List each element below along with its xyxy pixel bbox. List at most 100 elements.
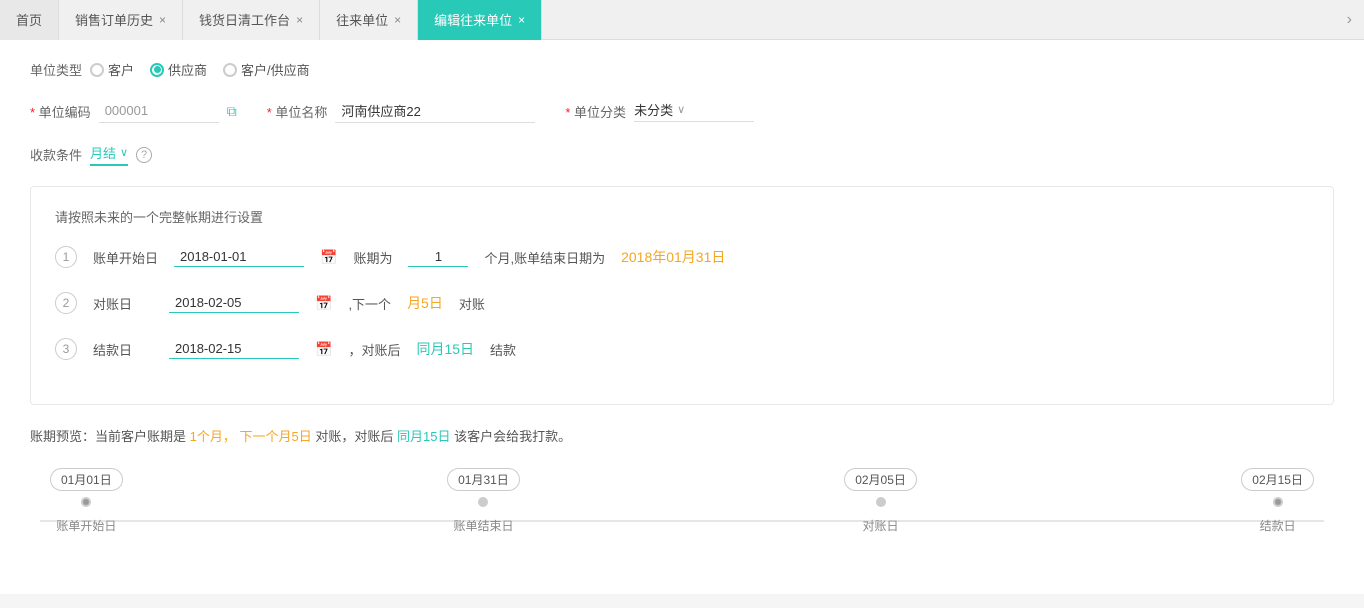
preview-p1: 1个月， [190,429,236,444]
step-2-row: 2 对账日 📅 ,下一个 月5日 对账 [55,292,1309,314]
preview-text: 账期预览：当前客户账期是 1个月， 下一个月5日 对账，对账后 同月15日 该客… [30,425,1334,448]
radio-customer-label: 客户 [108,60,134,79]
step-3-row: 3 结款日 📅 ，对账后 同月15日 结款 [55,338,1309,360]
timeline-dot-1 [478,497,488,507]
unit-type-label: 单位类型 [30,60,82,79]
tab-edit-label: 编辑往来单位 [434,10,512,29]
tab-bar: 首页 销售订单历史 × 钱货日清工作台 × 往来单位 × 编辑往来单位 × › [0,0,1364,40]
unit-category-label: 单位分类 [565,102,626,121]
timeline-dot-3 [1273,497,1283,507]
tab-home-label: 首页 [16,10,42,29]
step-2-label: 对账日 [93,294,153,313]
radio-customer[interactable]: 客户 [90,60,134,79]
preview-mid: 对账，对账后 [315,429,393,444]
payment-row: 收款条件 月结 ∨ ? [30,143,1334,166]
timeline-sub-0: 账单开始日 [56,517,116,534]
tab-home[interactable]: 首页 [0,0,59,40]
chevron-down-icon: ∨ [677,103,685,116]
timeline-point-1: 01月31日 账单结束日 [447,468,520,534]
radio-customer-circle [90,63,104,77]
payment-term-select[interactable]: 月结 ∨ [90,143,128,166]
radio-both-label: 客户/供应商 [241,60,310,79]
timeline-dot-2 [876,497,886,507]
timeline-badge-3: 02月15日 [1241,468,1314,491]
copy-icon[interactable]: ⧉ [227,103,237,120]
unit-category-value: 未分类 [634,100,673,119]
step-1-calendar-icon[interactable]: 📅 [320,249,337,266]
unit-category-select[interactable]: 未分类 ∨ [634,100,754,122]
radio-supplier[interactable]: 供应商 [150,60,207,79]
timeline-badge-1: 01月31日 [447,468,520,491]
step-3-suffix-post: 结款 [490,340,516,359]
radio-supplier-dot [154,66,161,73]
step-3-suffix-hl: 同月15日 [416,339,474,359]
payment-term-group: 收款条件 月结 ∨ ? [30,143,152,166]
preview-p3: 同月15日 [397,429,450,444]
tab-partner-close[interactable]: × [394,14,401,26]
panel-hint: 请按照未来的一个完整帐期进行设置 [55,207,1309,226]
timeline-point-2: 02月05日 对账日 [844,468,917,534]
tab-sales-close[interactable]: × [159,14,166,26]
step-2-num: 2 [55,292,77,314]
step-1-period-label: 账期为 [353,248,392,267]
unit-type-group: 单位类型 客户 供应商 客户/供应商 [30,60,310,79]
settings-panel: 请按照未来的一个完整帐期进行设置 1 账单开始日 📅 账期为 个月,账单结束日期… [30,186,1334,405]
timeline-dot-0 [81,497,91,507]
tab-edit-close[interactable]: × [518,14,525,26]
timeline-badge-2: 02月05日 [844,468,917,491]
step-3-label: 结款日 [93,340,153,359]
timeline-points: 01月01日 账单开始日 01月31日 账单结束日 02月05日 对账日 02月… [50,468,1314,534]
tab-more-btn[interactable]: › [1335,11,1364,29]
timeline-container: 01月01日 账单开始日 01月31日 账单结束日 02月05日 对账日 02月… [30,468,1334,574]
step-2-calendar-icon[interactable]: 📅 [315,295,332,312]
unit-code-label: 单位编码 [30,102,91,121]
step-1-end-date: 2018年01月31日 [621,247,725,267]
timeline-sub-2: 对账日 [863,517,899,534]
unit-code-input[interactable] [99,99,219,123]
step-3-date-input[interactable] [169,339,299,359]
unit-category-group: 单位分类 未分类 ∨ [565,100,754,122]
step-1-row: 1 账单开始日 📅 账期为 个月,账单结束日期为 2018年01月31日 [55,246,1309,268]
timeline-point-3: 02月15日 结款日 [1241,468,1314,534]
step-1-period-input[interactable] [408,247,468,267]
tab-cash-close[interactable]: × [296,14,303,26]
tab-partner-units[interactable]: 往来单位 × [320,0,418,40]
timeline-point-0: 01月01日 账单开始日 [50,468,123,534]
step-2-suffix-pre: ,下一个 [348,294,391,313]
tab-edit-partner[interactable]: 编辑往来单位 × [418,0,542,40]
unit-info-row: 单位编码 ⧉ 单位名称 单位分类 未分类 ∨ [30,99,1334,123]
step-2-date-input[interactable] [169,293,299,313]
radio-both[interactable]: 客户/供应商 [223,60,310,79]
tab-sales-order[interactable]: 销售订单历史 × [59,0,183,40]
tab-cash-workbench[interactable]: 钱货日清工作台 × [183,0,320,40]
step-1-label: 账单开始日 [93,248,158,267]
unit-name-label: 单位名称 [267,102,328,121]
tab-partner-label: 往来单位 [336,10,388,29]
payment-term-value: 月结 [90,143,116,162]
step-3-suffix-pre: ，对账后 [348,340,400,359]
radio-supplier-label: 供应商 [168,60,207,79]
preview-p2: 下一个月5日 [240,429,312,444]
step-2-suffix-post: 对账 [459,294,485,313]
help-icon[interactable]: ? [136,147,152,163]
step-1-period-unit: 个月,账单结束日期为 [484,248,605,267]
unit-code-group: 单位编码 ⧉ [30,99,237,123]
step-3-calendar-icon[interactable]: 📅 [315,341,332,358]
timeline-sub-1: 账单结束日 [453,517,513,534]
preview-end: 该客户会给我打款。 [454,429,571,444]
tab-sales-label: 销售订单历史 [75,10,153,29]
unit-type-row: 单位类型 客户 供应商 客户/供应商 [30,60,1334,79]
timeline-sub-3: 结款日 [1260,517,1296,534]
step-2-suffix-hl: 月5日 [407,293,443,313]
unit-name-group: 单位名称 [267,99,536,123]
preview-label: 账期预览：当前客户账期是 [30,429,186,444]
tab-cash-label: 钱货日清工作台 [199,10,290,29]
step-3-num: 3 [55,338,77,360]
payment-term-label: 收款条件 [30,145,82,164]
radio-group: 客户 供应商 客户/供应商 [90,60,310,79]
step-1-num: 1 [55,246,77,268]
step-1-date-input[interactable] [174,247,304,267]
radio-both-circle [223,63,237,77]
unit-name-input[interactable] [335,99,535,123]
radio-supplier-circle [150,63,164,77]
